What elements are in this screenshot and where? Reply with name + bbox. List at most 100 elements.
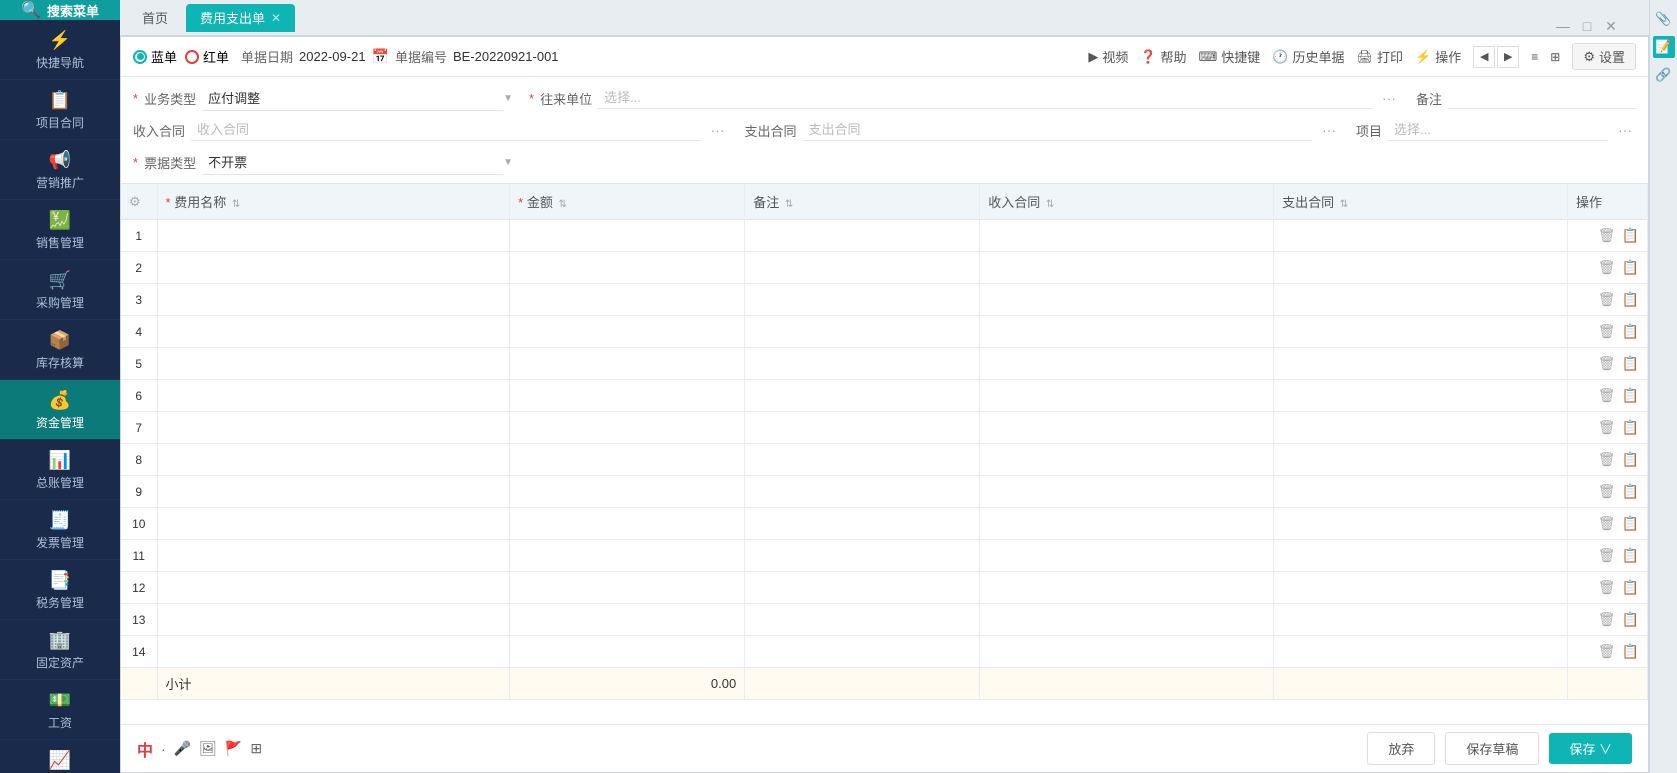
copy-icon[interactable]: 📋	[1622, 515, 1639, 532]
cell-amount-2[interactable]	[510, 252, 745, 284]
delete-icon[interactable]: 🗑	[1598, 547, 1616, 564]
brand-icon-grid[interactable]: ⊞	[250, 740, 262, 757]
tab-close-icon[interactable]: ✕	[271, 11, 281, 25]
maximize-button[interactable]: □	[1579, 18, 1595, 34]
copy-icon[interactable]: 📋	[1622, 259, 1639, 276]
sort-icon-income[interactable]: ⇅	[1046, 199, 1054, 210]
cell-note-2[interactable]	[745, 252, 980, 284]
copy-icon[interactable]: 📋	[1622, 291, 1639, 308]
income-contract-more-icon[interactable]: ···	[707, 122, 729, 138]
cell-expense-2[interactable]	[1274, 252, 1568, 284]
counterpart-input[interactable]	[598, 87, 1372, 109]
save-draft-button[interactable]: 保存草稿	[1445, 732, 1539, 765]
copy-icon[interactable]: 📋	[1622, 547, 1639, 564]
date-value[interactable]: 2022-09-21	[299, 49, 366, 64]
delete-icon[interactable]: 🗑	[1598, 515, 1616, 532]
delete-icon[interactable]: 🗑	[1598, 483, 1616, 500]
sort-icon-note[interactable]: ⇅	[785, 199, 793, 210]
sidebar-item-payroll[interactable]: 💵 工资	[0, 680, 120, 740]
copy-icon[interactable]: 📋	[1622, 323, 1639, 340]
cell-name-1[interactable]	[157, 220, 510, 252]
delete-icon[interactable]: 🗑	[1598, 387, 1616, 404]
minimize-button[interactable]: —	[1555, 18, 1571, 34]
income-contract-input[interactable]	[191, 119, 700, 141]
calendar-icon[interactable]: 📅	[372, 48, 389, 65]
radio-red[interactable]: 红单	[185, 47, 229, 66]
copy-icon[interactable]: 📋	[1622, 579, 1639, 596]
copy-icon[interactable]: 📋	[1622, 355, 1639, 372]
close-button[interactable]: ✕	[1603, 18, 1619, 34]
remark-input[interactable]	[1448, 87, 1636, 109]
cell-income-2[interactable]	[980, 252, 1274, 284]
counterpart-more-icon[interactable]: ···	[1378, 90, 1400, 106]
brand-icon-img[interactable]: 🖼	[199, 740, 217, 757]
sidebar-item-fixed-assets[interactable]: 🏢 固定资产	[0, 620, 120, 680]
sidebar-item-fund-mgmt[interactable]: 💰 资金管理	[0, 380, 120, 440]
radio-blue[interactable]: 蓝单	[133, 47, 177, 66]
copy-icon[interactable]: 📋	[1622, 611, 1639, 628]
delete-icon[interactable]: 🗑	[1598, 259, 1616, 276]
sort-icon-expense[interactable]: ⇅	[1340, 199, 1348, 210]
sidebar-item-quick-nav[interactable]: ⚡ 快捷导航	[0, 20, 120, 80]
tab-expense[interactable]: 费用支出单 ✕	[186, 4, 295, 32]
sidebar-item-invoice[interactable]: 🧾 发票管理	[0, 500, 120, 560]
sort-icon-amount[interactable]: ⇅	[558, 199, 566, 210]
sidebar-item-project-contract[interactable]: 📋 项目合同	[0, 80, 120, 140]
copy-icon[interactable]: 📋	[1622, 483, 1639, 500]
project-input[interactable]	[1388, 119, 1608, 141]
print-button[interactable]: 🖨 打印	[1357, 47, 1404, 66]
copy-icon[interactable]: 📋	[1622, 419, 1639, 436]
sidebar-header[interactable]: 🔍 搜索菜单	[0, 0, 120, 20]
delete-icon[interactable]: 🗑	[1598, 611, 1616, 628]
right-panel-note-icon[interactable]: 📝	[1653, 36, 1675, 58]
discard-button[interactable]: 放弃	[1367, 732, 1435, 765]
shortcuts-button[interactable]: ⌨ 快捷键	[1199, 47, 1261, 66]
delete-icon[interactable]: 🗑	[1598, 643, 1616, 660]
video-button[interactable]: ▶ 视频	[1088, 47, 1128, 66]
copy-icon[interactable]: 📋	[1622, 387, 1639, 404]
sidebar-item-operations[interactable]: 📈 经营管理	[0, 740, 120, 773]
operations-button[interactable]: ⚡ 操作	[1415, 47, 1461, 66]
sidebar-item-sales[interactable]: 💹 销售管理	[0, 200, 120, 260]
cell-note-1[interactable]	[745, 220, 980, 252]
help-button[interactable]: ❓ 帮助	[1140, 47, 1186, 66]
copy-icon[interactable]: 📋	[1622, 451, 1639, 468]
nav-next[interactable]: ▶	[1497, 46, 1519, 68]
save-button[interactable]: 保存 ∨	[1549, 733, 1632, 764]
delete-icon[interactable]: 🗑	[1598, 291, 1616, 308]
brand-icon-flag[interactable]: 🚩	[225, 740, 242, 757]
delete-icon[interactable]: 🗑	[1598, 451, 1616, 468]
brand-icon-mic[interactable]: 🎤	[174, 740, 191, 757]
right-panel-attach-icon[interactable]: 📎	[1653, 8, 1675, 30]
layout-icon2[interactable]: ⊞	[1550, 50, 1560, 64]
sidebar-item-account[interactable]: 📊 总账管理	[0, 440, 120, 500]
delete-icon[interactable]: 🗑	[1598, 323, 1616, 340]
expense-contract-input[interactable]	[803, 119, 1312, 141]
cell-name-2[interactable]	[157, 252, 510, 284]
layout-icon1[interactable]: ≡	[1531, 50, 1538, 64]
copy-icon[interactable]: 📋	[1622, 227, 1639, 244]
cell-expense-1[interactable]	[1274, 220, 1568, 252]
settings-button[interactable]: ⚙ 设置	[1572, 43, 1636, 70]
cell-amount-1[interactable]	[510, 220, 745, 252]
project-more-icon[interactable]: ···	[1614, 122, 1636, 138]
invoice-type-value[interactable]: 不开票	[202, 149, 503, 175]
delete-icon[interactable]: 🗑	[1598, 579, 1616, 596]
history-button[interactable]: 🕐 历史单据	[1272, 47, 1344, 66]
biz-type-value[interactable]: 应付调整	[202, 85, 503, 111]
sidebar-item-tax[interactable]: 📑 税务管理	[0, 560, 120, 620]
th-gear[interactable]: ⚙	[121, 184, 157, 220]
expense-contract-more-icon[interactable]: ···	[1318, 122, 1340, 138]
right-panel-link-icon[interactable]: 🔗	[1653, 64, 1675, 86]
biz-type-select[interactable]: 应付调整 ▼	[202, 85, 513, 111]
delete-icon[interactable]: 🗑	[1598, 227, 1616, 244]
delete-icon[interactable]: 🗑	[1598, 355, 1616, 372]
sidebar-item-purchase[interactable]: 🛒 采购管理	[0, 260, 120, 320]
sidebar-item-inventory[interactable]: 📦 库存核算	[0, 320, 120, 380]
invoice-type-select[interactable]: 不开票 ▼	[202, 149, 513, 175]
sidebar-item-marketing[interactable]: 📢 营销推广	[0, 140, 120, 200]
nav-prev[interactable]: ◀	[1473, 46, 1495, 68]
copy-icon[interactable]: 📋	[1622, 643, 1639, 660]
sort-icon-name[interactable]: ⇅	[232, 199, 240, 210]
delete-icon[interactable]: 🗑	[1598, 419, 1616, 436]
